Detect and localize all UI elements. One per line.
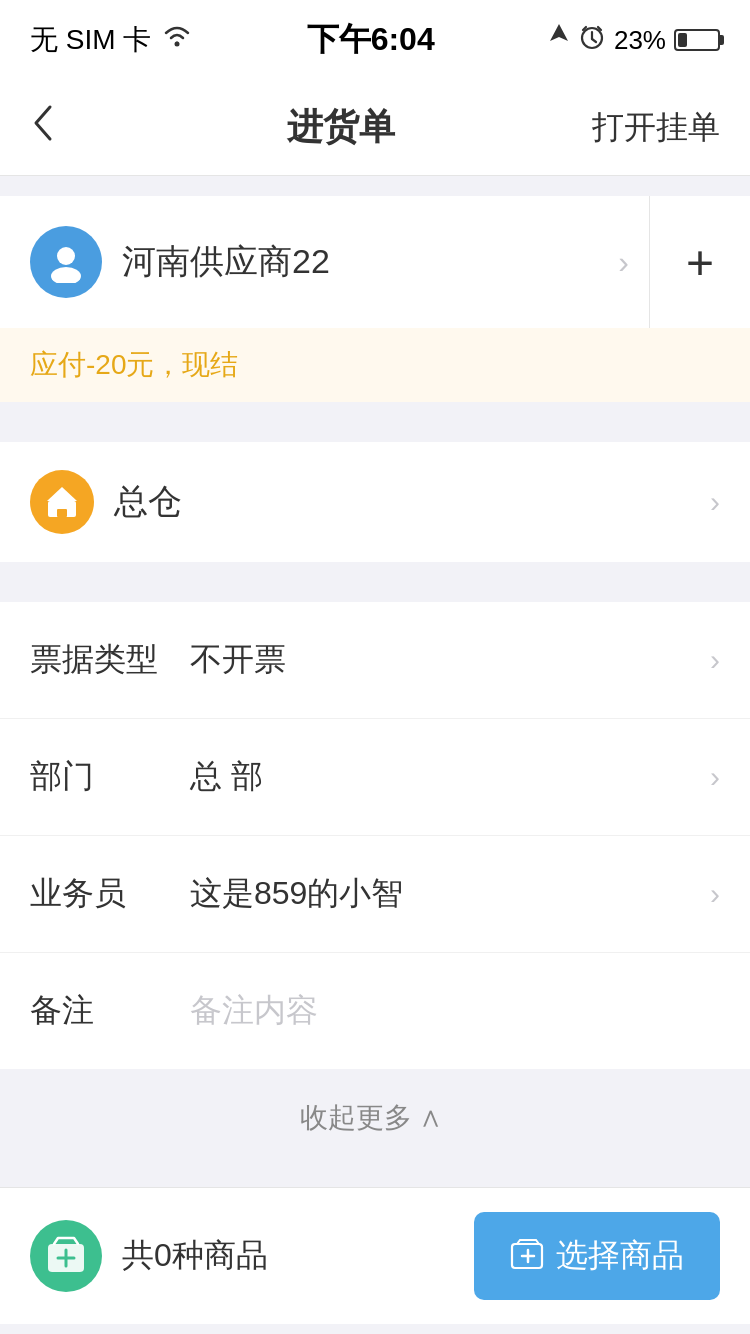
alarm-icon (578, 23, 606, 58)
supplier-selector[interactable]: 河南供应商22 › (0, 196, 650, 328)
department-chevron-icon: › (710, 760, 720, 794)
invoice-type-value: 不开票 (190, 638, 710, 682)
carrier-text: 无 SIM 卡 (30, 21, 151, 59)
remark-label: 备注 (30, 989, 170, 1033)
form-section: 票据类型 不开票 › 部门 总 部 › 业务员 这是859的小智 › 备注 备注… (0, 602, 750, 1069)
status-right: 23% (548, 23, 720, 58)
supplier-avatar (30, 226, 102, 298)
page-title: 进货单 (287, 103, 395, 152)
notice-text: 应付-20元，现结 (30, 349, 238, 380)
svg-point-7 (51, 267, 81, 283)
supplier-section: 河南供应商22 › + (0, 196, 750, 328)
main-background (0, 1324, 750, 1334)
salesperson-value: 这是859的小智 (190, 872, 710, 916)
svg-marker-9 (47, 487, 77, 501)
supplier-name: 河南供应商22 (122, 239, 330, 285)
salesperson-label: 业务员 (30, 872, 170, 916)
battery-icon (674, 29, 720, 51)
gap-2 (0, 402, 750, 422)
svg-line-3 (592, 39, 596, 42)
invoice-type-row[interactable]: 票据类型 不开票 › (0, 602, 750, 719)
status-left: 无 SIM 卡 (30, 21, 193, 59)
gap-1 (0, 176, 750, 196)
svg-point-0 (175, 42, 180, 47)
svg-point-6 (57, 247, 75, 265)
warehouse-icon (30, 470, 94, 534)
collapse-row[interactable]: 收起更多 ∧ (0, 1069, 750, 1167)
add-icon: + (686, 235, 714, 290)
warehouse-name: 总仓 (114, 479, 710, 525)
department-value: 总 部 (190, 755, 710, 799)
warehouse-section[interactable]: 总仓 › (0, 442, 750, 562)
bottom-bar: 共0种商品 选择商品 (0, 1187, 750, 1324)
remark-row[interactable]: 备注 备注内容 (0, 953, 750, 1069)
salesperson-chevron-icon: › (710, 877, 720, 911)
department-label: 部门 (30, 755, 170, 799)
battery-percent: 23% (614, 25, 666, 56)
svg-rect-10 (57, 509, 67, 517)
product-count-text: 共0种商品 (122, 1234, 474, 1278)
gap-4 (0, 1167, 750, 1187)
open-pending-button[interactable]: 打开挂单 (592, 106, 720, 150)
select-product-label: 选择商品 (556, 1234, 684, 1278)
wifi-icon (161, 24, 193, 56)
location-icon (548, 23, 570, 58)
remark-input[interactable]: 备注内容 (190, 989, 720, 1033)
back-button[interactable] (30, 103, 90, 152)
status-time: 下午6:04 (307, 18, 435, 62)
collapse-label: 收起更多 ∧ (300, 1099, 443, 1137)
notice-bar: 应付-20元，现结 (0, 328, 750, 402)
gap-3 (0, 562, 750, 582)
status-bar: 无 SIM 卡 下午6:04 23% (0, 0, 750, 80)
salesperson-row[interactable]: 业务员 这是859的小智 › (0, 836, 750, 953)
invoice-type-chevron-icon: › (710, 643, 720, 677)
department-row[interactable]: 部门 总 部 › (0, 719, 750, 836)
supplier-chevron-icon: › (618, 244, 629, 281)
select-product-button[interactable]: 选择商品 (474, 1212, 720, 1300)
warehouse-chevron-icon: › (710, 485, 720, 519)
nav-bar: 进货单 打开挂单 (0, 80, 750, 176)
product-icon (30, 1220, 102, 1292)
add-supplier-button[interactable]: + (650, 235, 750, 290)
invoice-type-label: 票据类型 (30, 638, 170, 682)
